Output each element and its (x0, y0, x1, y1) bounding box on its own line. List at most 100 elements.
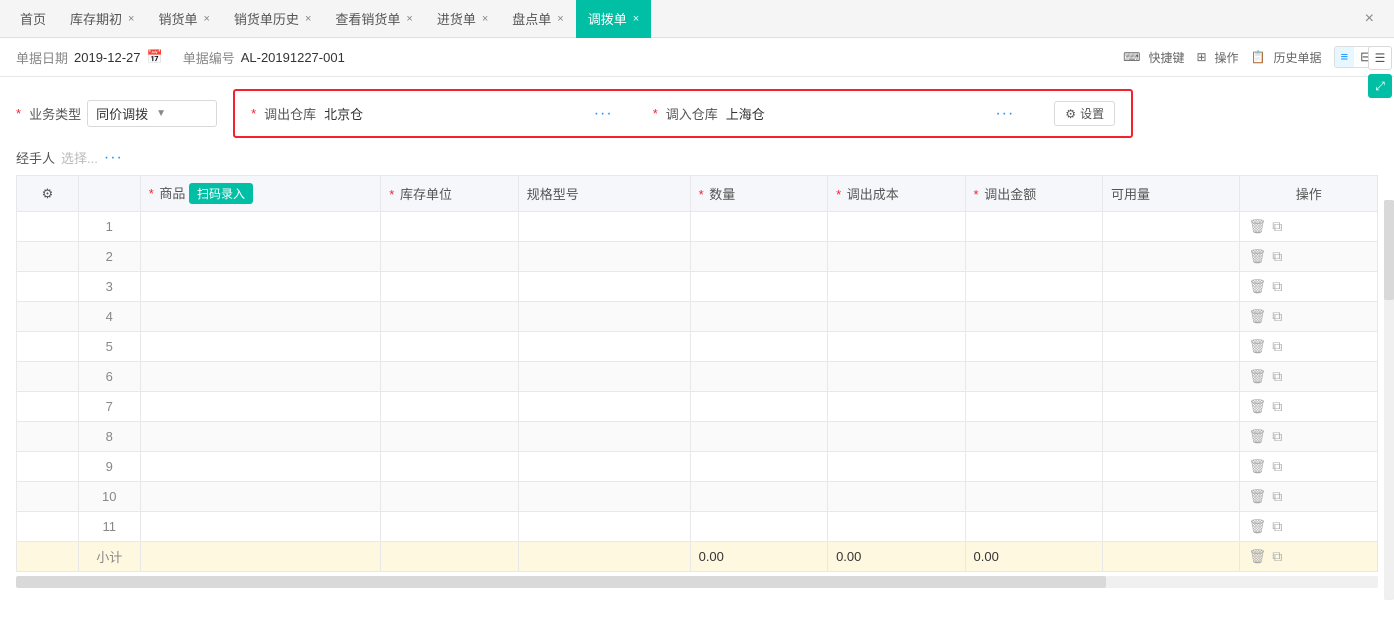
delete-icon-1[interactable]: 🗑 (1248, 218, 1266, 235)
history-icon: 📋 (1251, 50, 1266, 64)
delete-icon-9[interactable]: 🗑 (1248, 458, 1266, 475)
row-unit-1[interactable] (381, 212, 518, 242)
row-amount-1[interactable] (965, 212, 1102, 242)
person-more-btn[interactable]: ··· (104, 149, 123, 167)
delete-icon-4[interactable]: 🗑 (1248, 308, 1266, 325)
copy-icon-3[interactable]: ⧉ (1272, 278, 1282, 295)
date-field: 单据日期 2019-12-27 📅 (16, 48, 163, 67)
table-row: 9 🗑⧉ (17, 452, 1378, 482)
row-goods-2[interactable] (140, 242, 381, 272)
shortcuts-btn[interactable]: ⌨ 快捷键 (1123, 49, 1184, 66)
tab-transfer-close[interactable]: × (633, 13, 639, 25)
delete-icon-7[interactable]: 🗑 (1248, 398, 1266, 415)
view-list-btn[interactable]: ≡ (1335, 47, 1355, 67)
delete-icon-6[interactable]: 🗑 (1248, 368, 1266, 385)
copy-icon-11[interactable]: ⧉ (1272, 518, 1282, 535)
tab-purchase-close[interactable]: × (482, 13, 488, 25)
tab-sales-history-label: 销货单历史 (234, 9, 299, 28)
tab-inventory-init-close[interactable]: × (128, 13, 134, 25)
row-goods-1[interactable] (140, 212, 381, 242)
tab-home-label: 首页 (20, 9, 46, 28)
subtotal-label: 小计 (78, 542, 140, 572)
col-header-num (78, 176, 140, 212)
tab-view-sales-close[interactable]: × (406, 13, 412, 25)
row-num-2: 2 (78, 242, 140, 272)
row-spec-2[interactable] (518, 242, 690, 272)
person-label: 经手人 (16, 148, 55, 167)
tab-home[interactable]: 首页 (8, 0, 58, 38)
delete-icon-3[interactable]: 🗑 (1248, 278, 1266, 295)
delete-icon-subtotal[interactable]: 🗑 (1248, 548, 1266, 565)
window-close-button[interactable]: × (1353, 10, 1386, 28)
delete-icon-10[interactable]: 🗑 (1248, 488, 1266, 505)
tab-sales-order-close[interactable]: × (203, 13, 209, 25)
calendar-icon[interactable]: 📅 (147, 49, 163, 65)
operations-label: 操作 (1215, 49, 1239, 66)
row-avail-1[interactable] (1103, 212, 1240, 242)
row-amount-2[interactable] (965, 242, 1102, 272)
copy-icon-2[interactable]: ⧉ (1272, 248, 1282, 265)
person-select[interactable]: 选择... (61, 148, 98, 167)
tab-view-sales[interactable]: 查看销货单 × (323, 0, 424, 38)
delete-icon-2[interactable]: 🗑 (1248, 248, 1266, 265)
vertical-scroll-thumb[interactable] (1384, 200, 1394, 300)
copy-icon-5[interactable]: ⧉ (1272, 338, 1282, 355)
date-value[interactable]: 2019-12-27 (74, 50, 141, 65)
row-qty-1[interactable] (690, 212, 827, 242)
subtotal-cost: 0.00 (828, 542, 965, 572)
business-type-value: 同价调拨 (96, 104, 148, 123)
tab-inventory-init[interactable]: 库存期初 × (58, 0, 146, 38)
scan-btn[interactable]: 扫码录入 (189, 183, 253, 204)
copy-icon-7[interactable]: ⧉ (1272, 398, 1282, 415)
business-type-select[interactable]: 同价调拨 ▼ (87, 100, 217, 127)
row-cost-1[interactable] (828, 212, 965, 242)
row-op-1: 🗑 ⧉ (1240, 212, 1378, 242)
row-gear-2 (17, 242, 79, 272)
form-row-2: 经手人 选择... ··· (16, 148, 1378, 167)
row-spec-1[interactable] (518, 212, 690, 242)
warehouse-in-more-btn[interactable]: ··· (995, 105, 1014, 123)
settings-icon: ⚙ (1065, 107, 1076, 121)
col-header-gear[interactable]: ⚙ (17, 176, 79, 212)
row-qty-2[interactable] (690, 242, 827, 272)
copy-icon-4[interactable]: ⧉ (1272, 308, 1282, 325)
tab-transfer[interactable]: 调拨单 × (576, 0, 651, 38)
scroll-thumb[interactable] (16, 576, 1106, 588)
vertical-scrollbar[interactable] (1384, 200, 1394, 600)
operations-btn[interactable]: ⊞ 操作 (1196, 49, 1238, 66)
tab-sales-history-close[interactable]: × (305, 13, 311, 25)
tab-stocktake-close[interactable]: × (557, 13, 563, 25)
tab-purchase[interactable]: 进货单 × (425, 0, 500, 38)
panel-list-btn[interactable]: ☰ (1368, 46, 1392, 70)
tab-purchase-label: 进货单 (437, 9, 476, 28)
history-btn[interactable]: 📋 历史单据 (1251, 49, 1322, 66)
tab-sales-order[interactable]: 销货单 × (146, 0, 221, 38)
warehouse-out-more-btn[interactable]: ··· (594, 105, 613, 123)
row-cost-2[interactable] (828, 242, 965, 272)
copy-icon-8[interactable]: ⧉ (1272, 428, 1282, 445)
settings-button[interactable]: ⚙ 设置 (1054, 101, 1115, 126)
date-label: 单据日期 (16, 48, 68, 67)
delete-icon-11[interactable]: 🗑 (1248, 518, 1266, 535)
tab-view-sales-label: 查看销货单 (335, 9, 400, 28)
copy-icon-10[interactable]: ⧉ (1272, 488, 1282, 505)
person-field: 经手人 选择... ··· (16, 148, 123, 167)
warehouse-in-req: * (653, 106, 658, 121)
tab-inventory-init-label: 库存期初 (70, 9, 122, 28)
copy-icon-6[interactable]: ⧉ (1272, 368, 1282, 385)
row-unit-2[interactable] (381, 242, 518, 272)
col-header-qty: * 数量 (690, 176, 827, 212)
copy-icon-subtotal[interactable]: ⧉ (1272, 548, 1282, 565)
delete-icon-5[interactable]: 🗑 (1248, 338, 1266, 355)
delete-icon-8[interactable]: 🗑 (1248, 428, 1266, 445)
tab-stocktake[interactable]: 盘点单 × (500, 0, 575, 38)
row-avail-2[interactable] (1103, 242, 1240, 272)
copy-icon-9[interactable]: ⧉ (1272, 458, 1282, 475)
tab-sales-history[interactable]: 销货单历史 × (222, 0, 323, 38)
row-num-1: 1 (78, 212, 140, 242)
panel-expand-btn[interactable]: ⤢ (1368, 74, 1392, 98)
horizontal-scrollbar[interactable] (16, 576, 1378, 588)
operations-icon: ⊞ (1196, 50, 1206, 64)
copy-icon-1[interactable]: ⧉ (1272, 218, 1282, 235)
tab-bar: 首页 库存期初 × 销货单 × 销货单历史 × 查看销货单 × 进货单 × 盘点… (0, 0, 1394, 38)
